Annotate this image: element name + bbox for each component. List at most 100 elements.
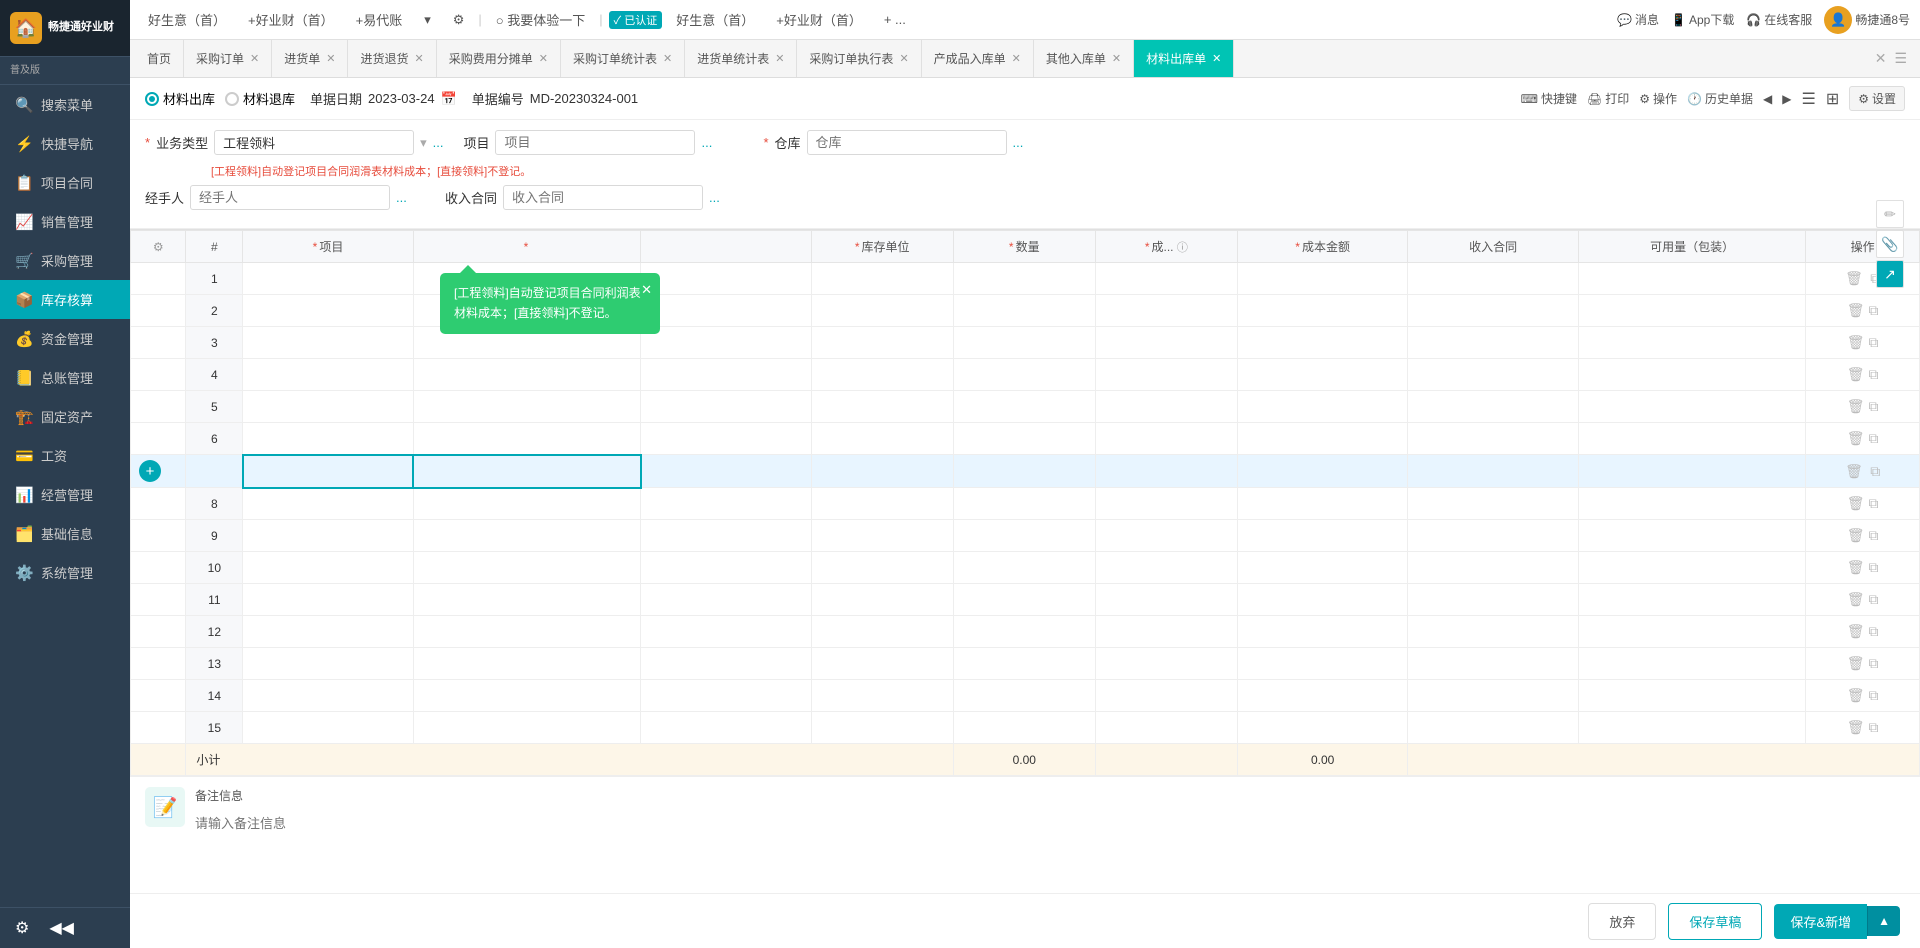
sidebar-item-project[interactable]: 📋 项目合同 [0, 163, 130, 202]
tab-goods-receipt[interactable]: 进货单 ✕ [272, 40, 348, 78]
tab-material-issue[interactable]: 材料出库单 ✕ [1134, 40, 1234, 78]
row-10-copy[interactable]: ⧉ [1867, 557, 1881, 578]
app-download-button[interactable]: 📱 App下载 [1671, 11, 1734, 28]
dots-link-business[interactable]: ... [433, 135, 444, 150]
tab-close-goods-return[interactable]: ✕ [415, 52, 424, 65]
collapse-icon[interactable]: ◀◀ [49, 918, 74, 938]
row-15-delete[interactable]: 🗑 [1845, 717, 1867, 738]
prev-button[interactable]: ◀ [1763, 92, 1772, 106]
row-5-copy[interactable]: ⧉ [1867, 396, 1881, 417]
tab-close-purchase-order[interactable]: ✕ [250, 52, 259, 65]
radio-material-issue[interactable]: 材料出库 [145, 89, 215, 108]
row-1-available[interactable] [1578, 263, 1805, 295]
tab-finished-goods[interactable]: 产成品入库单 ✕ [922, 40, 1034, 78]
dots-link-income-contract[interactable]: ... [709, 190, 720, 205]
save-new-arrow[interactable]: ▲ [1867, 906, 1900, 936]
dots-link-project[interactable]: ... [701, 135, 712, 150]
row-1-cost[interactable] [1095, 263, 1237, 295]
income-contract-input[interactable] [503, 185, 703, 210]
tab-list-button[interactable]: ☰ [1894, 50, 1907, 67]
layout1-button[interactable]: ☰ [1801, 89, 1815, 109]
sidebar-item-assets[interactable]: 🏗️ 固定资产 [0, 397, 130, 436]
tab-close-purchase-expense[interactable]: ✕ [539, 52, 548, 65]
tab-goods-return[interactable]: 进货退货 ✕ [348, 40, 436, 78]
row-15-copy[interactable]: ⧉ [1867, 717, 1881, 738]
row-9-copy[interactable]: ⧉ [1867, 525, 1881, 546]
note-input[interactable] [195, 808, 1905, 839]
layout2-button[interactable]: ⊞ [1826, 89, 1839, 109]
row-11-copy[interactable]: ⧉ [1867, 589, 1881, 610]
row-3-copy[interactable]: ⧉ [1867, 332, 1881, 353]
tab-purchase-expense[interactable]: 采购费用分摊单 ✕ [437, 40, 561, 78]
nav-goodfinance2[interactable]: +好业财（首） [768, 6, 870, 33]
row-12-copy[interactable]: ⧉ [1867, 621, 1881, 642]
row-1-delete[interactable]: 🗑 [1843, 268, 1865, 289]
settings-bottom-icon[interactable]: ⚙ [15, 918, 29, 938]
nav-experience[interactable]: ○ 我要体验一下 [488, 6, 593, 33]
sidebar-item-system[interactable]: ⚙️ 系统管理 [0, 553, 130, 592]
nav-certified-badge[interactable]: ✓ 已认证 [609, 11, 663, 29]
row-4-copy[interactable]: ⧉ [1867, 364, 1881, 385]
tab-close-purchase-stats[interactable]: ✕ [663, 52, 672, 65]
row-1-cost-amt[interactable] [1237, 263, 1408, 295]
tab-other-receipt[interactable]: 其他入库单 ✕ [1034, 40, 1134, 78]
project-input[interactable] [495, 130, 695, 155]
save-new-button[interactable]: 保存&新增 [1774, 904, 1867, 939]
side-attach-icon[interactable]: 📎 [1876, 230, 1904, 258]
row-8-delete[interactable]: 🗑 [1845, 493, 1867, 514]
tab-purchase-stats[interactable]: 采购订单统计表 ✕ [561, 40, 685, 78]
row-7-delete[interactable]: 🗑 [1843, 461, 1865, 482]
sidebar-item-inventory[interactable]: 📦 库存核算 [0, 280, 130, 319]
row-1-contract[interactable] [1408, 263, 1579, 295]
nav-settings-icon[interactable]: ⚙ [445, 8, 473, 32]
user-profile[interactable]: 👤 畅捷通8号 [1824, 6, 1910, 34]
row-14-delete[interactable]: 🗑 [1845, 685, 1867, 706]
row-4-delete[interactable]: 🗑 [1845, 364, 1867, 385]
nav-item-goodfinance[interactable]: +好业财（首） [240, 6, 342, 33]
tooltip-close-button[interactable]: ✕ [641, 279, 652, 301]
row-2-copy[interactable]: ⧉ [1867, 300, 1881, 321]
handler-input[interactable] [190, 185, 390, 210]
side-share-icon[interactable]: ↗ [1876, 260, 1904, 288]
row-2-delete[interactable]: 🗑 [1845, 300, 1867, 321]
tab-close-goods-receipt[interactable]: ✕ [326, 52, 335, 65]
sidebar-item-operations[interactable]: 📊 经营管理 [0, 475, 130, 514]
row-8-copy[interactable]: ⧉ [1867, 493, 1881, 514]
row-5-delete[interactable]: 🗑 [1845, 396, 1867, 417]
history-button[interactable]: 🕐 历史单据 [1687, 90, 1753, 107]
sidebar-item-salary[interactable]: 💳 工资 [0, 436, 130, 475]
row-7-copy[interactable]: ⧉ [1868, 461, 1882, 482]
calendar-icon[interactable]: 📅 [441, 91, 457, 107]
nav-goodbusiness2[interactable]: 好生意（首） [668, 6, 762, 33]
row-6-delete[interactable]: 🗑 [1845, 428, 1867, 449]
sidebar-item-finance[interactable]: 💰 资金管理 [0, 319, 130, 358]
nav-more[interactable]: + ... [876, 8, 914, 31]
row-1-spec[interactable] [641, 263, 812, 295]
settings-button[interactable]: ⚙ 设置 [1849, 86, 1905, 111]
tab-purchase-exec[interactable]: 采购订单执行表 ✕ [797, 40, 921, 78]
next-button[interactable]: ▶ [1782, 92, 1791, 106]
nav-item-accounting-service[interactable]: +易代账 [348, 6, 411, 33]
sidebar-item-basic[interactable]: 🗂️ 基础信息 [0, 514, 130, 553]
row-1-unit[interactable] [811, 263, 953, 295]
row-3-delete[interactable]: 🗑 [1845, 332, 1867, 353]
row-6-copy[interactable]: ⧉ [1867, 428, 1881, 449]
tab-close-purchase-exec[interactable]: ✕ [899, 52, 908, 65]
warehouse-input[interactable] [807, 130, 1007, 155]
row-10-delete[interactable]: 🗑 [1845, 557, 1867, 578]
table-gear-icon[interactable]: ⚙ [153, 240, 164, 254]
sidebar-item-quick-nav[interactable]: ⚡ 快捷导航 [0, 124, 130, 163]
row-13-copy[interactable]: ⧉ [1867, 653, 1881, 674]
tab-close-material-issue[interactable]: ✕ [1212, 52, 1221, 65]
shortcut-button[interactable]: ⌨ 快捷键 [1521, 90, 1577, 107]
row-14-copy[interactable]: ⧉ [1867, 685, 1881, 706]
service-button[interactable]: 🎧 在线客服 [1746, 11, 1812, 28]
sidebar-item-purchase[interactable]: 🛒 采购管理 [0, 241, 130, 280]
operations-button[interactable]: ⚙ 操作 [1639, 90, 1677, 107]
row-9-delete[interactable]: 🗑 [1845, 525, 1867, 546]
tab-home[interactable]: 首页 [135, 40, 184, 78]
close-all-button[interactable]: ✕ [1875, 50, 1887, 67]
nav-item-goodbusiness[interactable]: 好生意（首） [140, 6, 234, 33]
radio-material-return[interactable]: 材料退库 [225, 89, 295, 108]
tab-purchase-order[interactable]: 采购订单 ✕ [184, 40, 272, 78]
